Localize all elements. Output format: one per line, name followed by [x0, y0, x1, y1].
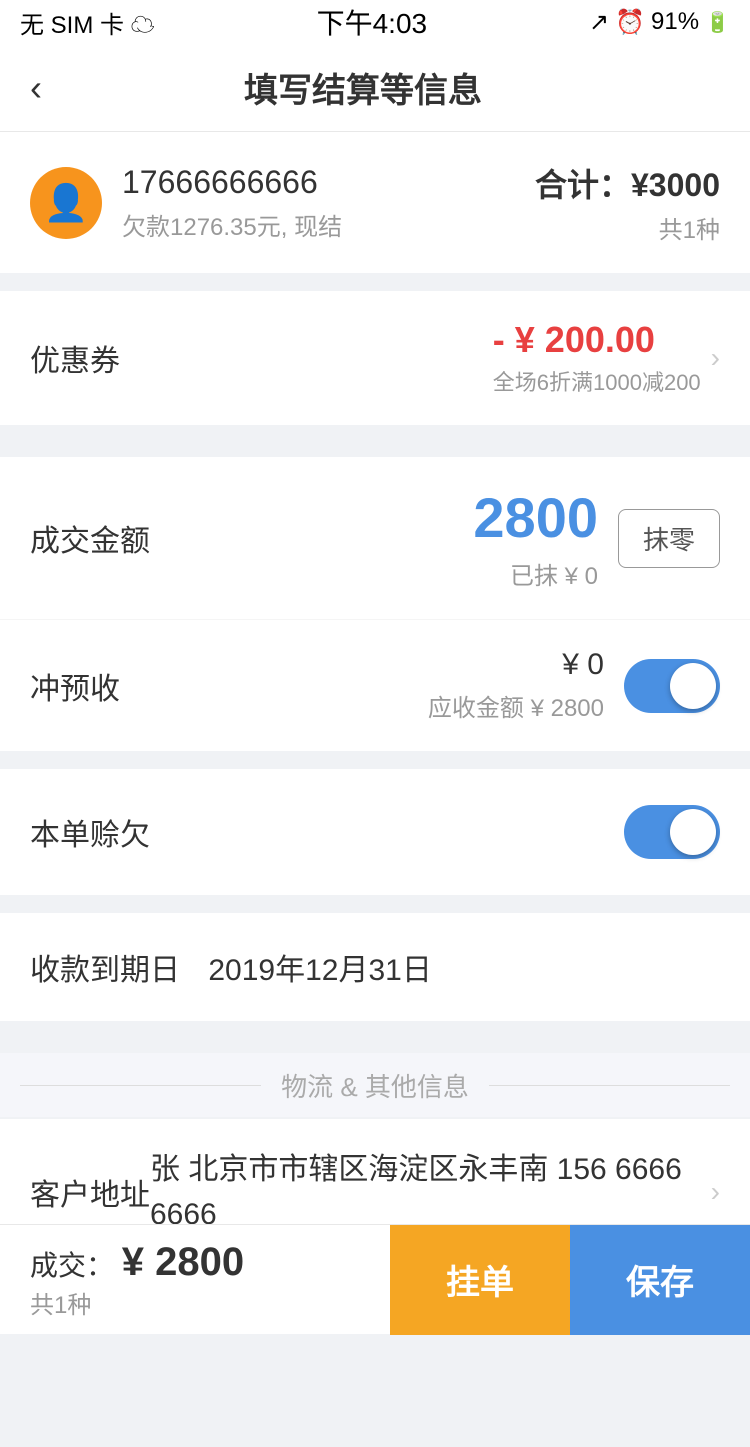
debt-toggle[interactable] [624, 805, 720, 859]
coupon-right: - ¥ 200.00 全场6折满1000减200 › [493, 319, 720, 397]
bottom-summary: 成交： ¥ 2800 共1种 [0, 1240, 390, 1320]
coupon-amount: - ¥ 200.00 [493, 319, 701, 361]
avatar-icon: 👤 [44, 182, 89, 224]
nav-bar: ‹ 填写结算等信息 [0, 44, 750, 132]
save-button[interactable]: 保存 [570, 1225, 750, 1335]
back-button[interactable]: ‹ [30, 67, 62, 109]
deal-amount-row: 成交金额 2800 已抹 ¥ 0 抹零 [0, 457, 750, 620]
customer-info: 17666666666 欠款1276.35元, 现结 [122, 164, 342, 242]
coupon-desc: 全场6折满1000减200 [493, 365, 701, 397]
customer-card: 👤 17666666666 欠款1276.35元, 现结 合计：¥3000 共1… [0, 132, 750, 273]
precollect-row: 冲预收 ¥ 0 应收金额 ¥ 2800 [0, 620, 750, 751]
precollect-amount: ¥ 0 [428, 648, 604, 682]
deal-amount-value: 2800 已抹 ¥ 0 抹零 [473, 485, 720, 591]
already-zero-text: 已抹 ¥ 0 [473, 556, 598, 591]
precollect-amounts: ¥ 0 应收金额 ¥ 2800 [428, 648, 604, 723]
logistics-separator: 物流 & 其他信息 [0, 1053, 750, 1117]
precollect-label: 冲预收 [30, 664, 120, 708]
battery-label: 91% [651, 8, 699, 36]
coupon-info: - ¥ 200.00 全场6折满1000减200 [493, 319, 701, 397]
due-date-label: 收款到期日 [30, 954, 180, 987]
status-bar: 无 SIM 卡 ☁ 下午4:03 ↗ ⏰ 91% 🔋 [0, 0, 750, 44]
status-left: 无 SIM 卡 ☁ [20, 5, 155, 40]
status-time: 下午4:03 [317, 2, 428, 42]
coupon-row[interactable]: 优惠券 - ¥ 200.00 全场6折满1000减200 › [0, 291, 750, 425]
due-date-value: 2019年12月31日 [208, 954, 431, 987]
divider-2 [0, 441, 750, 457]
precollect-right: ¥ 0 应收金额 ¥ 2800 [428, 648, 720, 723]
alarm-icon: ⏰ [615, 8, 645, 37]
logistics-sep-text: 物流 & 其他信息 [281, 1067, 469, 1104]
total-count: 共1种 [535, 210, 720, 245]
sim-label: 无 SIM 卡 ☁ [20, 5, 155, 40]
precollect-toggle[interactable] [624, 659, 720, 713]
sep-line-left [20, 1085, 261, 1086]
battery-icon: 🔋 [705, 10, 730, 35]
round-zero-button[interactable]: 抹零 [618, 509, 720, 568]
bottom-bar: 成交： ¥ 2800 共1种 挂单 保存 [0, 1224, 750, 1334]
address-chevron-icon: › [711, 1176, 720, 1208]
divider-4 [0, 897, 750, 913]
bottom-deal-line: 成交： ¥ 2800 [30, 1240, 360, 1285]
location-icon: ↗ [589, 8, 609, 37]
customer-right: 合计：¥3000 共1种 [535, 160, 720, 245]
bottom-deal-label: 成交： [30, 1250, 114, 1281]
status-right: ↗ ⏰ 91% 🔋 [589, 8, 730, 37]
deal-amount-number: 2800 [473, 485, 598, 550]
deal-amount-right: 2800 已抹 ¥ 0 [473, 485, 598, 591]
total-amount: 合计：¥3000 [535, 160, 720, 206]
customer-left: 👤 17666666666 欠款1276.35元, 现结 [30, 164, 342, 242]
customer-debt: 欠款1276.35元, 现结 [122, 207, 342, 242]
debt-row: 本单赊欠 [0, 769, 750, 895]
divider-1 [0, 275, 750, 291]
coupon-label: 优惠券 [30, 336, 120, 380]
avatar: 👤 [30, 167, 102, 239]
page-title: 填写结算等信息 [62, 63, 664, 112]
bottom-deal-value: ¥ 2800 [122, 1240, 244, 1284]
form-section: 成交金额 2800 已抹 ¥ 0 抹零 冲预收 ¥ 0 应收金额 ¥ 2800 [0, 457, 750, 751]
precollect-sub: 应收金额 ¥ 2800 [428, 688, 604, 723]
divider-3 [0, 753, 750, 769]
debt-label: 本单赊欠 [30, 810, 150, 854]
due-date-row: 收款到期日 2019年12月31日 [0, 913, 750, 1021]
customer-phone: 17666666666 [122, 164, 342, 201]
hold-button[interactable]: 挂单 [390, 1225, 570, 1335]
sep-line-right [489, 1085, 730, 1086]
bottom-deal-count: 共1种 [30, 1285, 360, 1320]
deal-amount-label: 成交金额 [30, 516, 150, 560]
address-label: 客户地址 [30, 1170, 150, 1214]
divider-5 [0, 1037, 750, 1053]
chevron-right-icon: › [711, 342, 720, 374]
